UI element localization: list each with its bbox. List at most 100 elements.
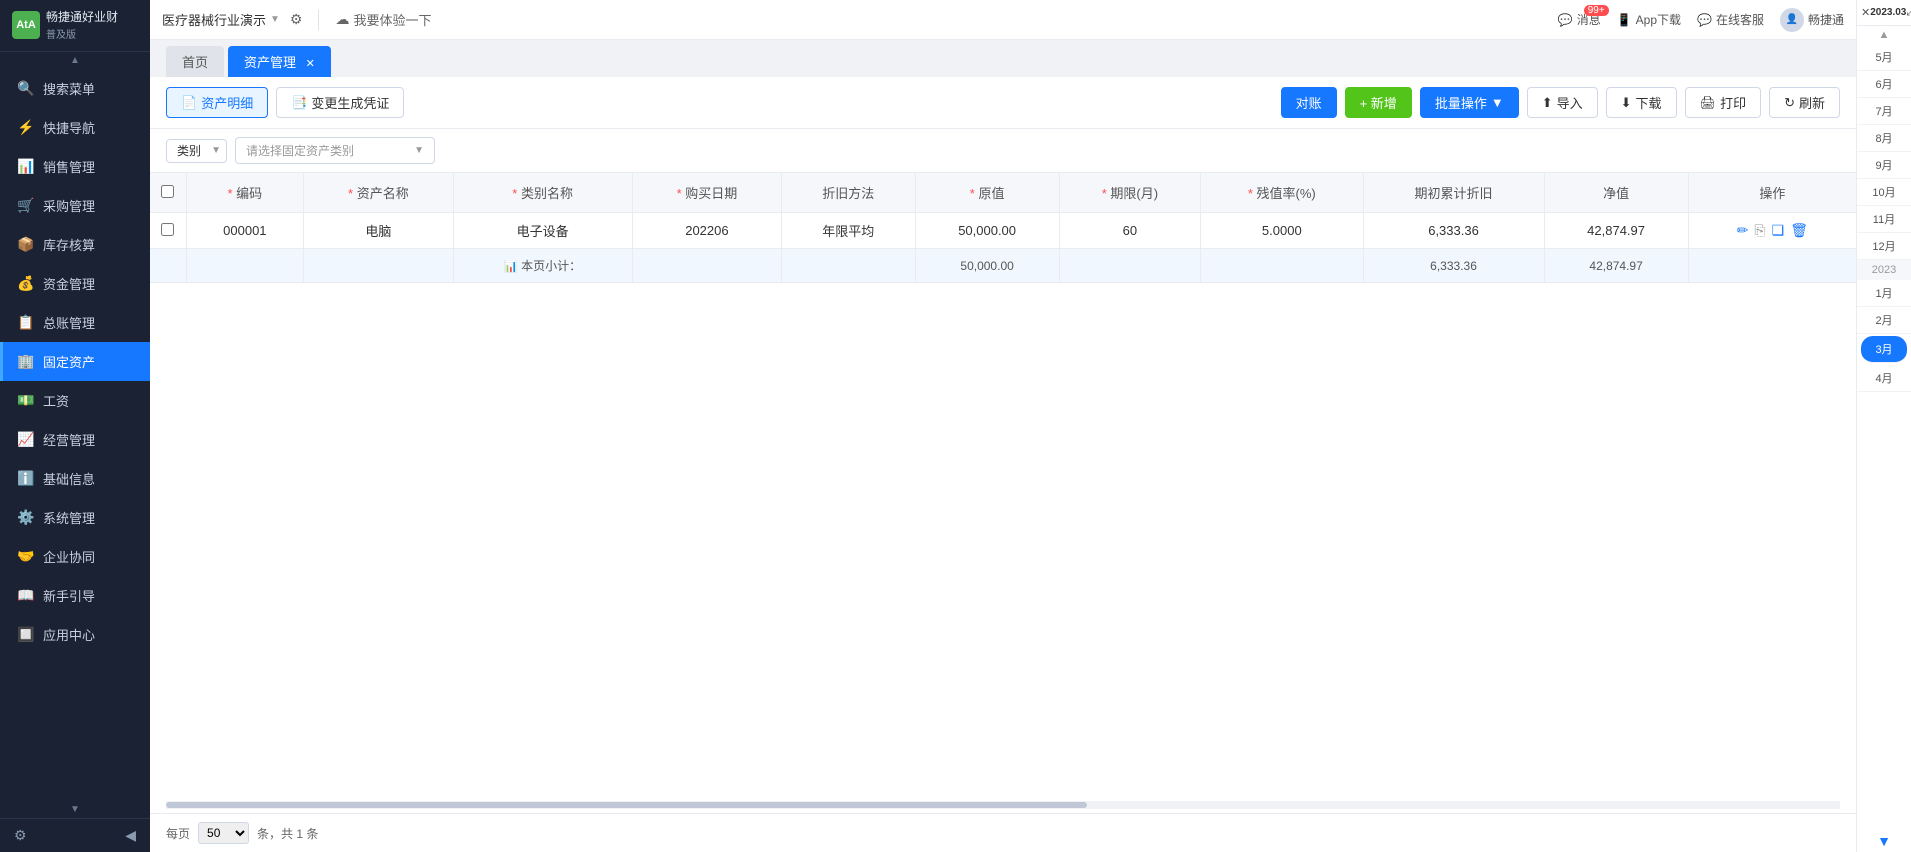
sidebar-item-basic-info[interactable]: ℹ️ 基础信息 (0, 459, 150, 498)
panel-expand-icon[interactable]: ⤢ (1906, 6, 1911, 19)
print-button[interactable]: 🖨 打印 (1685, 87, 1762, 118)
month-item-2023-2[interactable]: 2月 (1857, 307, 1911, 334)
tab-home[interactable]: 首页 (166, 46, 224, 77)
reconcile-button[interactable]: 对账 (1281, 87, 1337, 118)
settings-icon[interactable]: ⚙ (14, 827, 27, 844)
service-icon: 💬 (1697, 13, 1712, 27)
category-type-wrapper[interactable]: 类别 ▼ (166, 139, 227, 163)
panel-close-icon[interactable]: ✕ (1861, 6, 1870, 19)
sidebar-item-guide[interactable]: 📖 新手引导 (0, 576, 150, 615)
sidebar-item-system[interactable]: ⚙️ 系统管理 (0, 498, 150, 537)
message-btn[interactable]: 💬 消息 99+ (1558, 11, 1601, 28)
sidebar-item-app-center[interactable]: 🔲 应用中心 (0, 615, 150, 654)
company-selector[interactable]: 医疗器械行业演示 ▼ (162, 10, 280, 29)
sidebar-scroll-down[interactable]: ▼ (70, 804, 80, 815)
right-panel-header: ✕ 2023.03 ⤢ (1857, 0, 1911, 26)
scrollbar-thumb (166, 802, 1087, 808)
cooperation-icon: 🤝 (17, 548, 35, 565)
guide-icon: 📖 (17, 587, 35, 604)
copy-icon[interactable]: ⎘ (1754, 222, 1765, 239)
sidebar-item-label: 固定资产 (43, 352, 95, 371)
category-select[interactable]: 请选择固定资产类别 ▼ (235, 137, 435, 164)
edit-icon[interactable]: ✏ (1737, 222, 1749, 239)
month-item-12[interactable]: 12月 (1857, 233, 1911, 260)
row-category: 电子设备 (453, 213, 632, 249)
per-page-label: 每页 (166, 825, 190, 842)
company-name: 医疗器械行业演示 (162, 10, 266, 29)
panel-year-label: 2023.03 (1870, 7, 1906, 18)
batch-label: 批量操作 (1435, 93, 1487, 112)
header-code: 编码 (186, 173, 304, 213)
batch-button[interactable]: 批量操作 ▼ (1420, 87, 1519, 118)
row-accumulated-dep: 6,333.36 (1363, 213, 1544, 249)
content-toolbar: 📄 资产明细 📑 变更生成凭证 对账 + 新增 批量操作 ▼ (150, 77, 1856, 129)
refresh-button[interactable]: ↻ 刷新 (1769, 87, 1840, 118)
sidebar-item-label: 销售管理 (43, 157, 95, 176)
sidebar-item-fixed-assets[interactable]: 🏢 固定资产 (0, 342, 150, 381)
month-item-8[interactable]: 8月 (1857, 125, 1911, 152)
sidebar-item-payroll[interactable]: 💵 工资 (0, 381, 150, 420)
download-button[interactable]: ⬇ 下载 (1606, 87, 1677, 118)
month-item-2023-3[interactable]: 3月 (1861, 336, 1907, 363)
collapse-icon[interactable]: ◀ (125, 827, 136, 844)
month-item-2023-1[interactable]: 1月 (1857, 280, 1911, 307)
sub-tab-asset-detail-label: 资产明细 (201, 93, 253, 112)
category-type-select[interactable]: 类别 (166, 139, 227, 163)
header-purchase-date: 购买日期 (632, 173, 781, 213)
export-button[interactable]: ⬆ 导入 (1527, 87, 1598, 118)
app-download-btn[interactable]: 📱 App下载 (1617, 11, 1681, 28)
experience-btn[interactable]: ☁ 我要体验一下 (335, 10, 431, 29)
sidebar-scroll-up[interactable]: ▲ (70, 55, 80, 66)
month-item-5[interactable]: 5月 (1857, 44, 1911, 71)
sidebar-item-search[interactable]: 🔍 搜索菜单 (0, 69, 150, 108)
sidebar-item-cooperation[interactable]: 🤝 企业协同 (0, 537, 150, 576)
month-item-7[interactable]: 7月 (1857, 98, 1911, 125)
row-net-value: 42,874.97 (1544, 213, 1688, 249)
subtotal-icon: 📊 (504, 261, 518, 273)
tab-asset-mgmt[interactable]: 资产管理 ✕ (228, 46, 331, 77)
add-button[interactable]: + 新增 (1345, 87, 1412, 118)
sidebar-item-business[interactable]: 📈 经营管理 (0, 420, 150, 459)
table-row: 000001 电脑 电子设备 202206 年限平均 50,000.00 60 … (150, 213, 1856, 249)
download-label: 下载 (1636, 93, 1662, 112)
select-all-checkbox[interactable] (161, 185, 174, 198)
sub-tab-voucher-change[interactable]: 📑 变更生成凭证 (276, 87, 404, 118)
sidebar-item-sales[interactable]: 📊 销售管理 (0, 147, 150, 186)
panel-nav-down[interactable]: ▼ (1877, 830, 1891, 852)
month-item-6[interactable]: 6月 (1857, 71, 1911, 98)
category-chevron-icon: ▼ (414, 145, 424, 156)
sidebar-item-funds[interactable]: 💰 资金管理 (0, 264, 150, 303)
company-chevron-icon: ▼ (270, 14, 280, 25)
download-icon: 📱 (1617, 13, 1632, 27)
total-label: 条，共 1 条 (257, 825, 318, 842)
basic-info-icon: ℹ️ (17, 470, 35, 487)
panel-nav-up[interactable]: ▲ (1879, 26, 1890, 44)
sub-tab-voucher-label: 变更生成凭证 (311, 93, 389, 112)
duplicate-icon[interactable]: ❏ (1772, 222, 1785, 239)
sidebar-item-quick-nav[interactable]: ⚡ 快捷导航 (0, 108, 150, 147)
tab-close-icon[interactable]: ✕ (306, 58, 315, 70)
header-period: 期限(月) (1059, 173, 1200, 213)
month-item-10[interactable]: 10月 (1857, 179, 1911, 206)
sidebar-item-ledger[interactable]: 📋 总账管理 (0, 303, 150, 342)
sidebar-item-label: 总账管理 (43, 313, 95, 332)
delete-icon[interactable]: 🗑 (1790, 222, 1808, 239)
sidebar-item-purchase[interactable]: 🛒 采购管理 (0, 186, 150, 225)
sidebar-item-inventory[interactable]: 📦 库存核算 (0, 225, 150, 264)
online-service-btn[interactable]: 💬 在线客服 (1697, 11, 1764, 28)
row-checkbox[interactable] (161, 223, 174, 236)
month-item-9[interactable]: 9月 (1857, 152, 1911, 179)
month-item-2023-4[interactable]: 4月 (1857, 365, 1911, 392)
month-item-11[interactable]: 11月 (1857, 206, 1911, 233)
quick-nav-icon: ⚡ (17, 119, 35, 136)
header-original-value: 原值 (915, 173, 1059, 213)
settings-gear-icon[interactable]: ⚙ (290, 11, 303, 28)
sub-tab-asset-detail[interactable]: 📄 资产明细 (166, 87, 268, 118)
print-icon: 🖨 (1700, 95, 1717, 111)
system-icon: ⚙️ (17, 509, 35, 526)
user-profile[interactable]: 👤 畅捷通 (1780, 8, 1844, 32)
per-page-select[interactable]: 50 10 20 100 (198, 822, 249, 844)
horizontal-scrollbar[interactable] (166, 801, 1840, 809)
tabs-bar: 首页 资产管理 ✕ (150, 40, 1856, 77)
payroll-icon: 💵 (17, 392, 35, 409)
